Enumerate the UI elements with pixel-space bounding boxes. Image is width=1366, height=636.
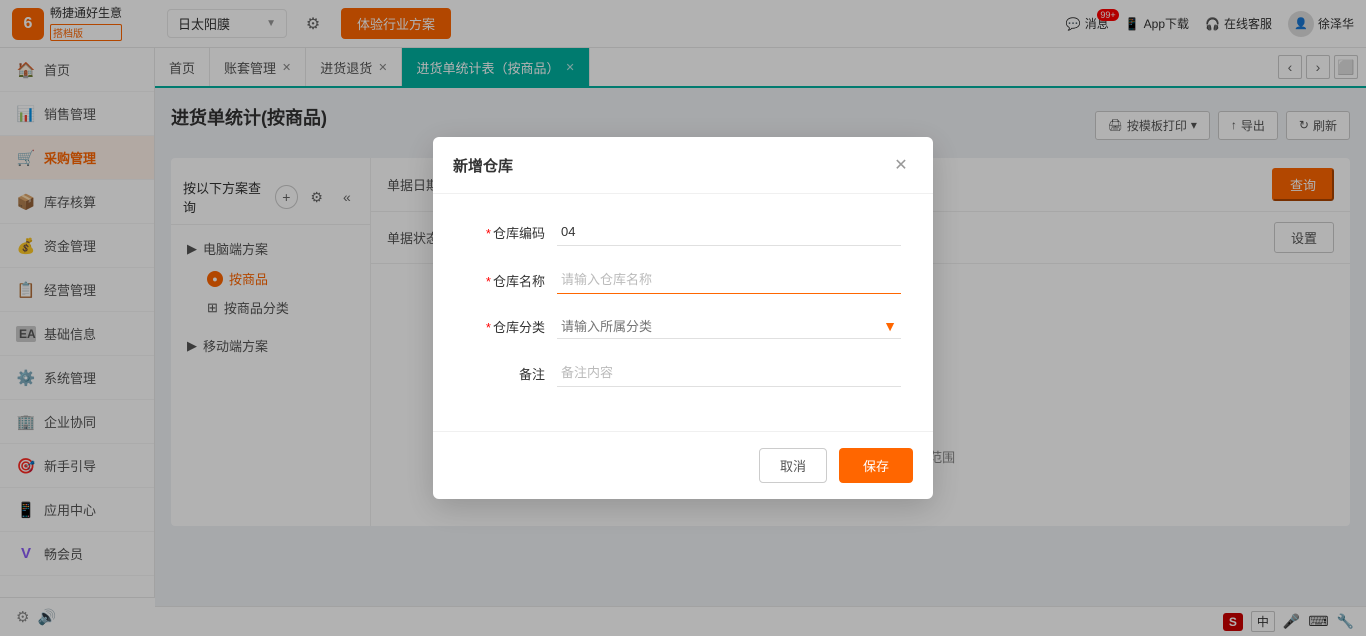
warehouse-code-input[interactable] [557, 218, 901, 246]
modal-body: *仓库编码 *仓库名称 *仓库分类 ▼ [433, 194, 933, 431]
category-dropdown-arrow: ▼ [883, 318, 897, 334]
add-warehouse-modal: 新增仓库 ✕ *仓库编码 *仓库名称 *仓库分类 [433, 137, 933, 499]
warehouse-name-input[interactable] [557, 266, 901, 294]
note-input[interactable] [557, 359, 901, 387]
category-select-row[interactable]: ▼ [557, 314, 901, 339]
form-row-category: *仓库分类 ▼ [465, 314, 901, 339]
form-row-note: 备注 [465, 359, 901, 387]
modal-close-button[interactable]: ✕ [889, 153, 913, 177]
category-input[interactable] [561, 319, 883, 334]
form-row-code: *仓库编码 [465, 218, 901, 246]
modal-overlay[interactable]: 新增仓库 ✕ *仓库编码 *仓库名称 *仓库分类 [0, 0, 1366, 636]
modal-header: 新增仓库 ✕ [433, 137, 933, 194]
save-button[interactable]: 保存 [839, 448, 913, 483]
category-label: *仓库分类 [465, 317, 545, 336]
form-row-name: *仓库名称 [465, 266, 901, 294]
note-label: 备注 [465, 364, 545, 383]
modal-title: 新增仓库 [453, 155, 513, 176]
code-label: *仓库编码 [465, 223, 545, 242]
cancel-button[interactable]: 取消 [759, 448, 827, 483]
modal-footer: 取消 保存 [433, 431, 933, 499]
name-label: *仓库名称 [465, 271, 545, 290]
